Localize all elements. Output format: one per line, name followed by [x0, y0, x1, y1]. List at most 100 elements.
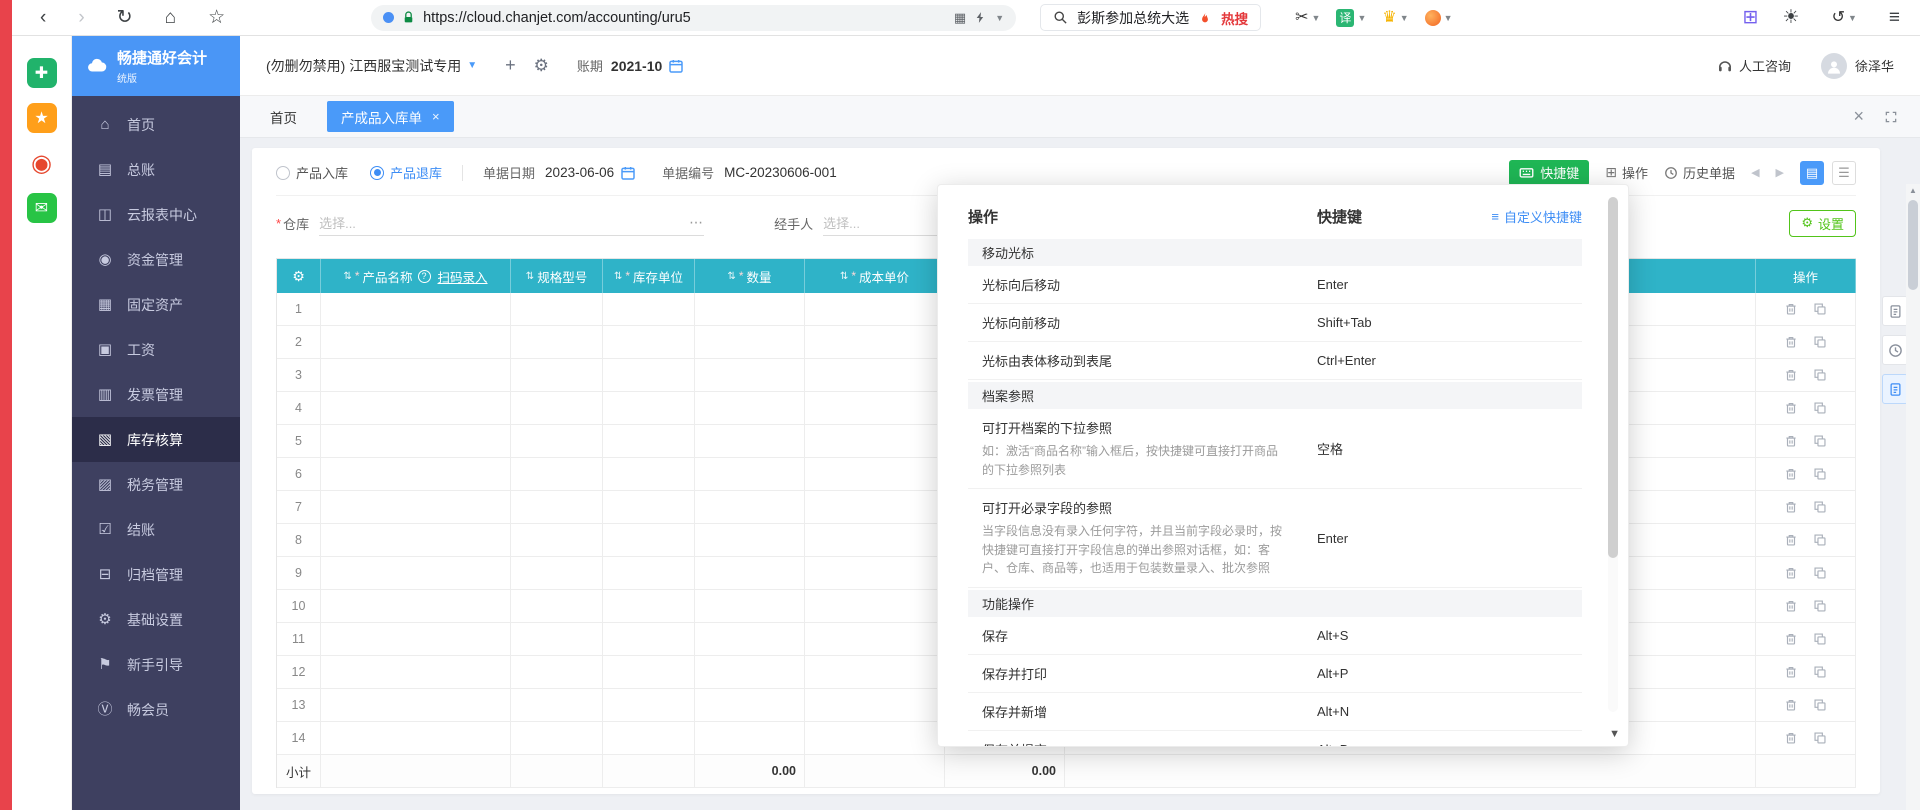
- calendar-icon[interactable]: [620, 165, 636, 181]
- scrollbar-thumb[interactable]: [1908, 200, 1918, 290]
- delete-row-icon[interactable]: [1784, 533, 1798, 547]
- cell-price[interactable]: [805, 623, 945, 656]
- cell-product[interactable]: [321, 491, 511, 524]
- sidebar-item-settings[interactable]: ⚙ 基础设置: [72, 597, 240, 642]
- more-options-icon[interactable]: ⋯: [689, 214, 704, 231]
- launcher-app-green-icon[interactable]: ✚: [26, 58, 57, 88]
- sort-icon[interactable]: ⇅: [614, 271, 622, 282]
- url-dropdown-icon[interactable]: ▼: [995, 13, 1004, 23]
- sidebar-item-cloud-reports[interactable]: ◫ 云报表中心: [72, 192, 240, 237]
- cell-price[interactable]: [805, 359, 945, 392]
- shortcut-keys-button[interactable]: 快捷键: [1509, 159, 1590, 186]
- add-account-icon[interactable]: +: [505, 55, 516, 76]
- list-view-toggle[interactable]: ▤: [1800, 160, 1824, 185]
- cell-price[interactable]: [805, 326, 945, 359]
- delete-row-icon[interactable]: [1784, 434, 1798, 448]
- scan-entry-link[interactable]: 扫码录入: [438, 267, 488, 286]
- cell-unit[interactable]: [603, 524, 695, 557]
- customize-shortcuts-link[interactable]: ≡ 自定义快捷键: [1491, 207, 1582, 226]
- copy-row-icon[interactable]: [1813, 698, 1827, 712]
- gear-icon[interactable]: ⚙: [534, 56, 549, 76]
- cell-qty[interactable]: [695, 293, 805, 326]
- cell-spec[interactable]: [511, 293, 603, 326]
- detail-view-toggle[interactable]: ☰: [1832, 160, 1856, 185]
- theme-icon[interactable]: ☀: [1783, 8, 1800, 27]
- cell-product[interactable]: [321, 656, 511, 689]
- delete-row-icon[interactable]: [1784, 500, 1798, 514]
- cell-spec[interactable]: [511, 590, 603, 623]
- lightning-icon[interactable]: [974, 11, 987, 24]
- date-value[interactable]: 2023-06-06: [545, 165, 614, 180]
- copy-row-icon[interactable]: [1813, 566, 1827, 580]
- cell-price[interactable]: [805, 392, 945, 425]
- cell-spec[interactable]: [511, 524, 603, 557]
- fullscreen-icon[interactable]: [1884, 110, 1898, 124]
- cell-product[interactable]: [321, 590, 511, 623]
- launcher-app-mail-icon[interactable]: ✉: [26, 193, 57, 223]
- cell-spec[interactable]: [511, 557, 603, 590]
- cell-price[interactable]: [805, 491, 945, 524]
- cell-product[interactable]: [321, 425, 511, 458]
- copy-row-icon[interactable]: [1813, 401, 1827, 415]
- delete-row-icon[interactable]: [1784, 731, 1798, 745]
- sidebar-item-membership[interactable]: Ⓥ 畅会员: [72, 687, 240, 732]
- cell-unit[interactable]: [603, 326, 695, 359]
- support-link[interactable]: 人工咨询: [1739, 56, 1791, 75]
- tab-home[interactable]: 首页: [270, 107, 297, 127]
- back-icon[interactable]: ‹: [40, 8, 46, 27]
- copy-row-icon[interactable]: [1813, 335, 1827, 349]
- sort-icon[interactable]: ⇅: [727, 271, 735, 282]
- cell-qty[interactable]: [695, 392, 805, 425]
- tab-inbound-order[interactable]: 产成品入库单 ×: [327, 101, 454, 132]
- cell-qty[interactable]: [695, 623, 805, 656]
- cell-spec[interactable]: [511, 425, 603, 458]
- address-bar[interactable]: https://cloud.chanjet.com/accounting/uru…: [371, 4, 1017, 31]
- url-text[interactable]: https://cloud.chanjet.com/accounting/uru…: [423, 10, 946, 26]
- forward-icon[interactable]: ›: [78, 8, 84, 27]
- cell-price[interactable]: [805, 590, 945, 623]
- cell-product[interactable]: [321, 293, 511, 326]
- cell-spec[interactable]: [511, 458, 603, 491]
- calendar-icon[interactable]: [668, 58, 684, 74]
- cell-qty[interactable]: [695, 722, 805, 755]
- vip-extension[interactable]: ♛ ▼: [1382, 9, 1408, 26]
- sidebar-item-general-ledger[interactable]: ▤ 总账: [72, 147, 240, 192]
- cell-product[interactable]: [321, 524, 511, 557]
- column-settings-icon[interactable]: ⚙: [292, 268, 305, 285]
- menu-icon[interactable]: ≡: [1889, 8, 1900, 27]
- home-icon[interactable]: ⌂: [165, 8, 176, 27]
- cell-spec[interactable]: [511, 326, 603, 359]
- cell-unit[interactable]: [603, 689, 695, 722]
- cell-price[interactable]: [805, 425, 945, 458]
- next-document-icon[interactable]: ▶: [1776, 166, 1784, 179]
- cell-product[interactable]: [321, 359, 511, 392]
- cell-price[interactable]: [805, 458, 945, 491]
- cell-unit[interactable]: [603, 590, 695, 623]
- bookmark-star-icon[interactable]: ☆: [208, 8, 225, 27]
- cell-qty[interactable]: [695, 656, 805, 689]
- sidebar-item-fixed-assets[interactable]: ▦ 固定资产: [72, 282, 240, 327]
- help-icon[interactable]: ?: [417, 269, 431, 283]
- sidebar-item-guide[interactable]: ⚑ 新手引导: [72, 642, 240, 687]
- cell-unit[interactable]: [603, 293, 695, 326]
- prev-document-icon[interactable]: ◀: [1751, 166, 1759, 179]
- close-icon[interactable]: ×: [1853, 106, 1864, 127]
- cell-qty[interactable]: [695, 326, 805, 359]
- radio-product-return[interactable]: 产品退库: [370, 163, 442, 182]
- cell-product[interactable]: [321, 557, 511, 590]
- popup-scrollbar[interactable]: [1608, 197, 1618, 712]
- copy-row-icon[interactable]: [1813, 533, 1827, 547]
- sidebar-item-funds[interactable]: ◉ 资金管理: [72, 237, 240, 282]
- period-value[interactable]: 2021-10: [611, 58, 662, 74]
- cell-qty[interactable]: [695, 524, 805, 557]
- chevron-down-icon[interactable]: ▼: [467, 60, 477, 71]
- copy-row-icon[interactable]: [1813, 599, 1827, 613]
- hot-search-text[interactable]: 彭斯参加总统大选: [1077, 8, 1189, 28]
- launcher-app-weibo-icon[interactable]: ◉: [26, 148, 57, 178]
- cell-unit[interactable]: [603, 392, 695, 425]
- sidebar-item-closing[interactable]: ☑ 结账: [72, 507, 240, 552]
- sidebar-item-home[interactable]: ⌂ 首页: [72, 102, 240, 147]
- sort-icon[interactable]: ⇅: [840, 271, 848, 282]
- page-scrollbar[interactable]: ▲: [1906, 184, 1920, 810]
- cell-qty[interactable]: [695, 425, 805, 458]
